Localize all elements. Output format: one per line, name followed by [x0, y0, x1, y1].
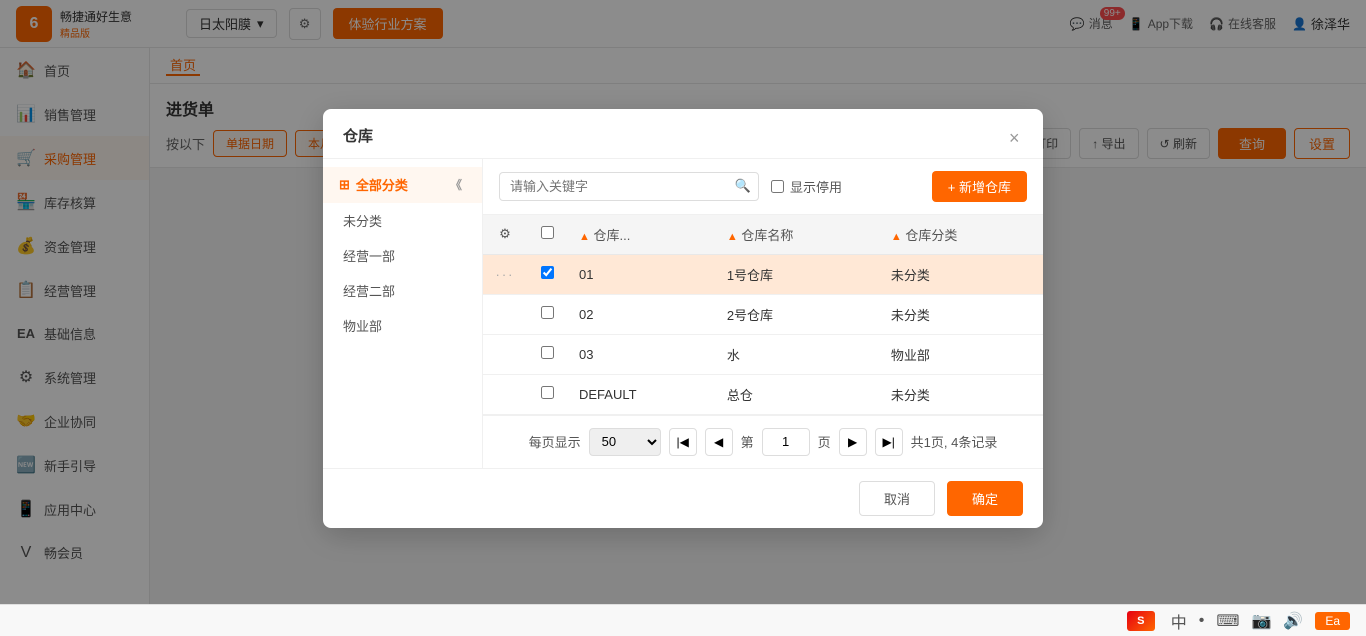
table-header-row: ⚙ ▲ 仓库... ▲ 仓库名称 — [483, 215, 1043, 255]
col-header-category: ▲ 仓库分类 — [879, 215, 1043, 255]
modal-header: 仓库 × — [323, 109, 1043, 159]
cancel-btn[interactable]: 取消 — [859, 481, 935, 516]
sort-icon-cat: ▲ — [891, 231, 902, 243]
table-row[interactable]: ··· 01 1号仓库 未分类 — [483, 254, 1043, 294]
row-category: 未分类 — [879, 254, 1043, 294]
keyboard-icon[interactable]: ⌨ — [1216, 611, 1239, 631]
category-item-property[interactable]: 物业部 — [323, 308, 482, 343]
search-icon[interactable]: 🔍 — [735, 178, 751, 194]
zh-icon[interactable]: 中 — [1171, 609, 1187, 633]
next-page-btn[interactable]: ▶ — [839, 428, 867, 456]
row-checkbox-cell[interactable] — [527, 294, 567, 334]
sort-icon: ▲ — [579, 231, 590, 243]
row-checkbox-cell[interactable] — [527, 374, 567, 414]
sort-icon-name: ▲ — [727, 231, 738, 243]
search-input[interactable] — [499, 172, 759, 201]
col-header-setting[interactable]: ⚙ — [483, 215, 527, 255]
col-header-name: ▲ 仓库名称 — [715, 215, 879, 255]
col-header-code: ▲ 仓库... — [567, 215, 715, 255]
volume-icon[interactable]: 🔊 — [1283, 611, 1303, 631]
row-dots — [483, 334, 527, 374]
page-input[interactable] — [762, 428, 810, 456]
window-controls: × — [1009, 128, 1023, 142]
row-code: 03 — [567, 334, 715, 374]
first-page-btn[interactable]: |◀ — [669, 428, 697, 456]
close-icon[interactable]: × — [1009, 128, 1023, 142]
col-header-check[interactable] — [527, 215, 567, 255]
left-panel: ⊞ 全部分类 《 未分类 经营一部 经营二部 物业部 — [323, 159, 483, 468]
modal-title: 仓库 — [343, 125, 373, 146]
category-item-unclassified[interactable]: 未分类 — [323, 203, 482, 238]
modal-overlay: 仓库 × ⊞ 全部分类 《 未分类 经营一部 经营二部 物业部 — [0, 0, 1366, 636]
show-disabled-toggle[interactable]: 显示停用 — [771, 177, 842, 196]
pagination: 每页显示 50 100 |◀ ◀ 第 页 ▶ ▶| 共1页, 4条记录 — [483, 415, 1043, 468]
show-disabled-checkbox[interactable] — [771, 180, 784, 193]
taskbar: S 中 • ⌨ 📷 🔊 Ea — [0, 604, 1366, 636]
row-checkbox[interactable] — [541, 346, 554, 359]
prev-page-btn[interactable]: ◀ — [705, 428, 733, 456]
search-bar: 🔍 显示停用 + 新增仓库 — [483, 159, 1043, 215]
grid-icon: ⊞ — [339, 177, 350, 193]
per-page-select[interactable]: 50 100 — [589, 428, 661, 456]
row-code: 02 — [567, 294, 715, 334]
row-checkbox-cell[interactable] — [527, 254, 567, 294]
row-checkbox[interactable] — [541, 386, 554, 399]
row-dots — [483, 294, 527, 334]
category-item-dept1[interactable]: 经营一部 — [323, 238, 482, 273]
row-code: 01 — [567, 254, 715, 294]
table-row[interactable]: 03 水 物业部 — [483, 334, 1043, 374]
row-category: 未分类 — [879, 294, 1043, 334]
dot-icon[interactable]: • — [1199, 612, 1205, 630]
ea-button[interactable]: Ea — [1315, 612, 1350, 630]
select-all-checkbox[interactable] — [541, 226, 554, 239]
row-name: 1号仓库 — [715, 254, 879, 294]
table-row[interactable]: DEFAULT 总仓 未分类 — [483, 374, 1043, 414]
warehouse-table-wrap: ⚙ ▲ 仓库... ▲ 仓库名称 — [483, 215, 1043, 415]
row-dots — [483, 374, 527, 414]
row-name: 总仓 — [715, 374, 879, 414]
category-item-dept2[interactable]: 经营二部 — [323, 273, 482, 308]
row-category: 物业部 — [879, 334, 1043, 374]
new-warehouse-btn[interactable]: + 新增仓库 — [932, 171, 1027, 202]
row-category: 未分类 — [879, 374, 1043, 414]
warehouse-modal: 仓库 × ⊞ 全部分类 《 未分类 经营一部 经营二部 物业部 — [323, 109, 1043, 528]
row-dots: ··· — [483, 254, 527, 294]
last-page-btn[interactable]: ▶| — [875, 428, 903, 456]
camera-icon[interactable]: 📷 — [1251, 611, 1271, 631]
confirm-btn[interactable]: 确定 — [947, 481, 1023, 516]
search-input-wrap: 🔍 — [499, 172, 759, 201]
row-name: 水 — [715, 334, 879, 374]
modal-body: ⊞ 全部分类 《 未分类 经营一部 经营二部 物业部 🔍 — [323, 159, 1043, 468]
row-checkbox-cell[interactable] — [527, 334, 567, 374]
collapse-icon[interactable]: 《 — [446, 175, 466, 195]
right-panel: 🔍 显示停用 + 新增仓库 ⚙ — [483, 159, 1043, 468]
row-checkbox[interactable] — [541, 266, 554, 279]
table-row[interactable]: 02 2号仓库 未分类 — [483, 294, 1043, 334]
warehouse-table: ⚙ ▲ 仓库... ▲ 仓库名称 — [483, 215, 1043, 415]
s-logo: S — [1127, 611, 1155, 631]
row-name: 2号仓库 — [715, 294, 879, 334]
row-checkbox[interactable] — [541, 306, 554, 319]
row-code: DEFAULT — [567, 374, 715, 414]
modal-footer: 取消 确定 — [323, 468, 1043, 528]
table-body: ··· 01 1号仓库 未分类 02 2号仓库 未分类 03 水 物业部 — [483, 254, 1043, 414]
all-category-btn[interactable]: ⊞ 全部分类 《 — [323, 167, 482, 203]
